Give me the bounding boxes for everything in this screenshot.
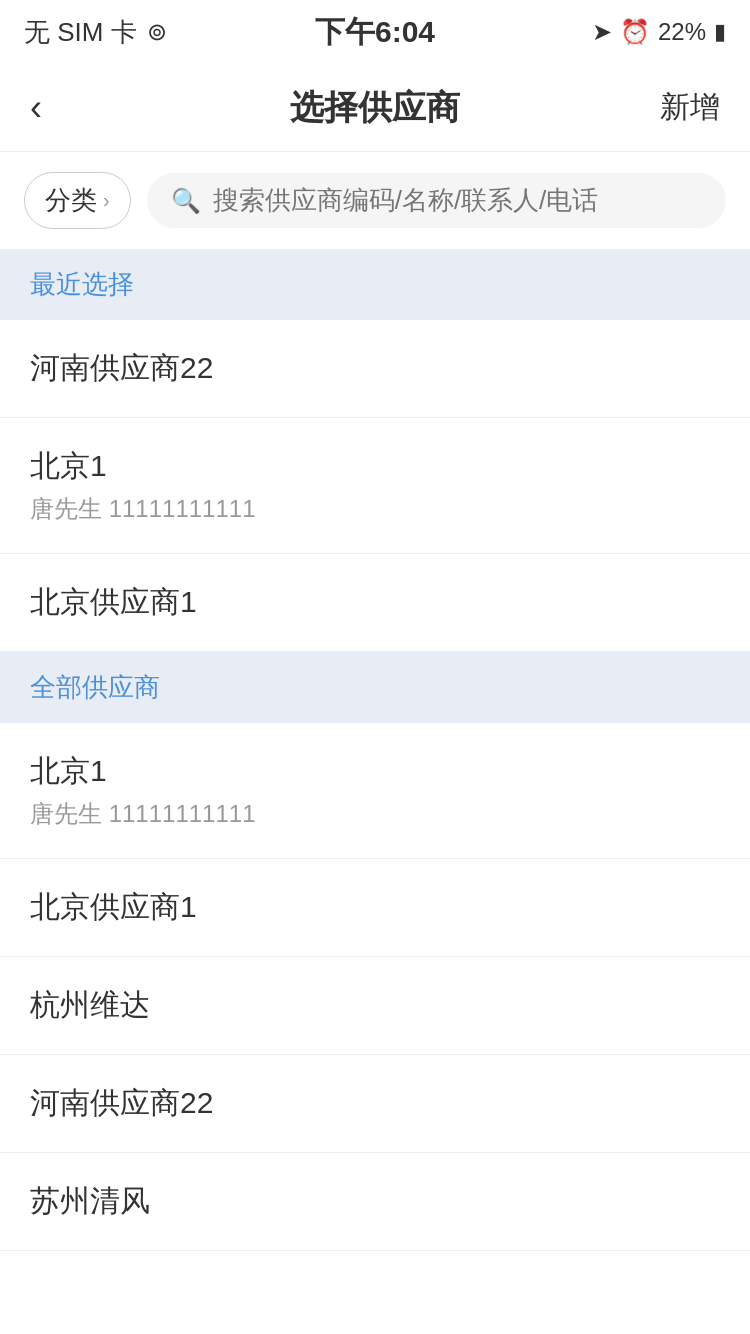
status-left: 无 SIM 卡 ⊚ <box>24 15 167 50</box>
list-item[interactable]: 苏州清风 <box>0 1153 750 1251</box>
recent-list: 河南供应商22 北京1 唐先生 11111111111 北京供应商1 <box>0 320 750 652</box>
add-button[interactable]: 新增 <box>640 87 720 128</box>
status-bar: 无 SIM 卡 ⊚ 下午6:04 ➤ ⏰ 22% ▮ <box>0 0 750 64</box>
list-item[interactable]: 北京供应商1 <box>0 554 750 652</box>
list-item[interactable]: 北京供应商1 <box>0 859 750 957</box>
carrier-label: 无 SIM 卡 <box>24 15 137 50</box>
item-name: 河南供应商22 <box>30 1083 720 1124</box>
chevron-right-icon: › <box>103 189 110 212</box>
search-input[interactable] <box>213 185 702 216</box>
battery-label: 22% <box>658 18 706 46</box>
item-name: 北京1 <box>30 446 720 487</box>
recent-section-header: 最近选择 <box>0 249 750 320</box>
list-item[interactable]: 北京1 唐先生 11111111111 <box>0 723 750 859</box>
item-name: 北京供应商1 <box>30 582 720 623</box>
item-name: 河南供应商22 <box>30 348 720 389</box>
category-button[interactable]: 分类 › <box>24 172 131 229</box>
list-item[interactable]: 北京1 唐先生 11111111111 <box>0 418 750 554</box>
list-item[interactable]: 河南供应商22 <box>0 320 750 418</box>
battery-icon: ▮ <box>714 19 726 45</box>
search-box[interactable]: 🔍 <box>147 173 726 228</box>
status-time: 下午6:04 <box>315 12 435 53</box>
status-right: ➤ ⏰ 22% ▮ <box>592 18 726 46</box>
item-sub: 唐先生 11111111111 <box>30 798 720 830</box>
all-list: 北京1 唐先生 11111111111 北京供应商1 杭州维达 河南供应商22 … <box>0 723 750 1251</box>
list-item[interactable]: 杭州维达 <box>0 957 750 1055</box>
category-label: 分类 <box>45 183 97 218</box>
back-button[interactable]: ‹ <box>30 87 110 129</box>
filter-bar: 分类 › 🔍 <box>0 152 750 249</box>
alarm-icon: ⏰ <box>620 18 650 46</box>
item-name: 北京供应商1 <box>30 887 720 928</box>
location-icon: ➤ <box>592 18 612 46</box>
item-name: 苏州清风 <box>30 1181 720 1222</box>
item-sub: 唐先生 11111111111 <box>30 493 720 525</box>
item-name: 北京1 <box>30 751 720 792</box>
search-icon: 🔍 <box>171 187 201 215</box>
item-name: 杭州维达 <box>30 985 720 1026</box>
all-section-header: 全部供应商 <box>0 652 750 723</box>
list-item[interactable]: 河南供应商22 <box>0 1055 750 1153</box>
page-title: 选择供应商 <box>110 85 640 131</box>
wifi-icon: ⊚ <box>147 18 167 46</box>
nav-bar: ‹ 选择供应商 新增 <box>0 64 750 152</box>
